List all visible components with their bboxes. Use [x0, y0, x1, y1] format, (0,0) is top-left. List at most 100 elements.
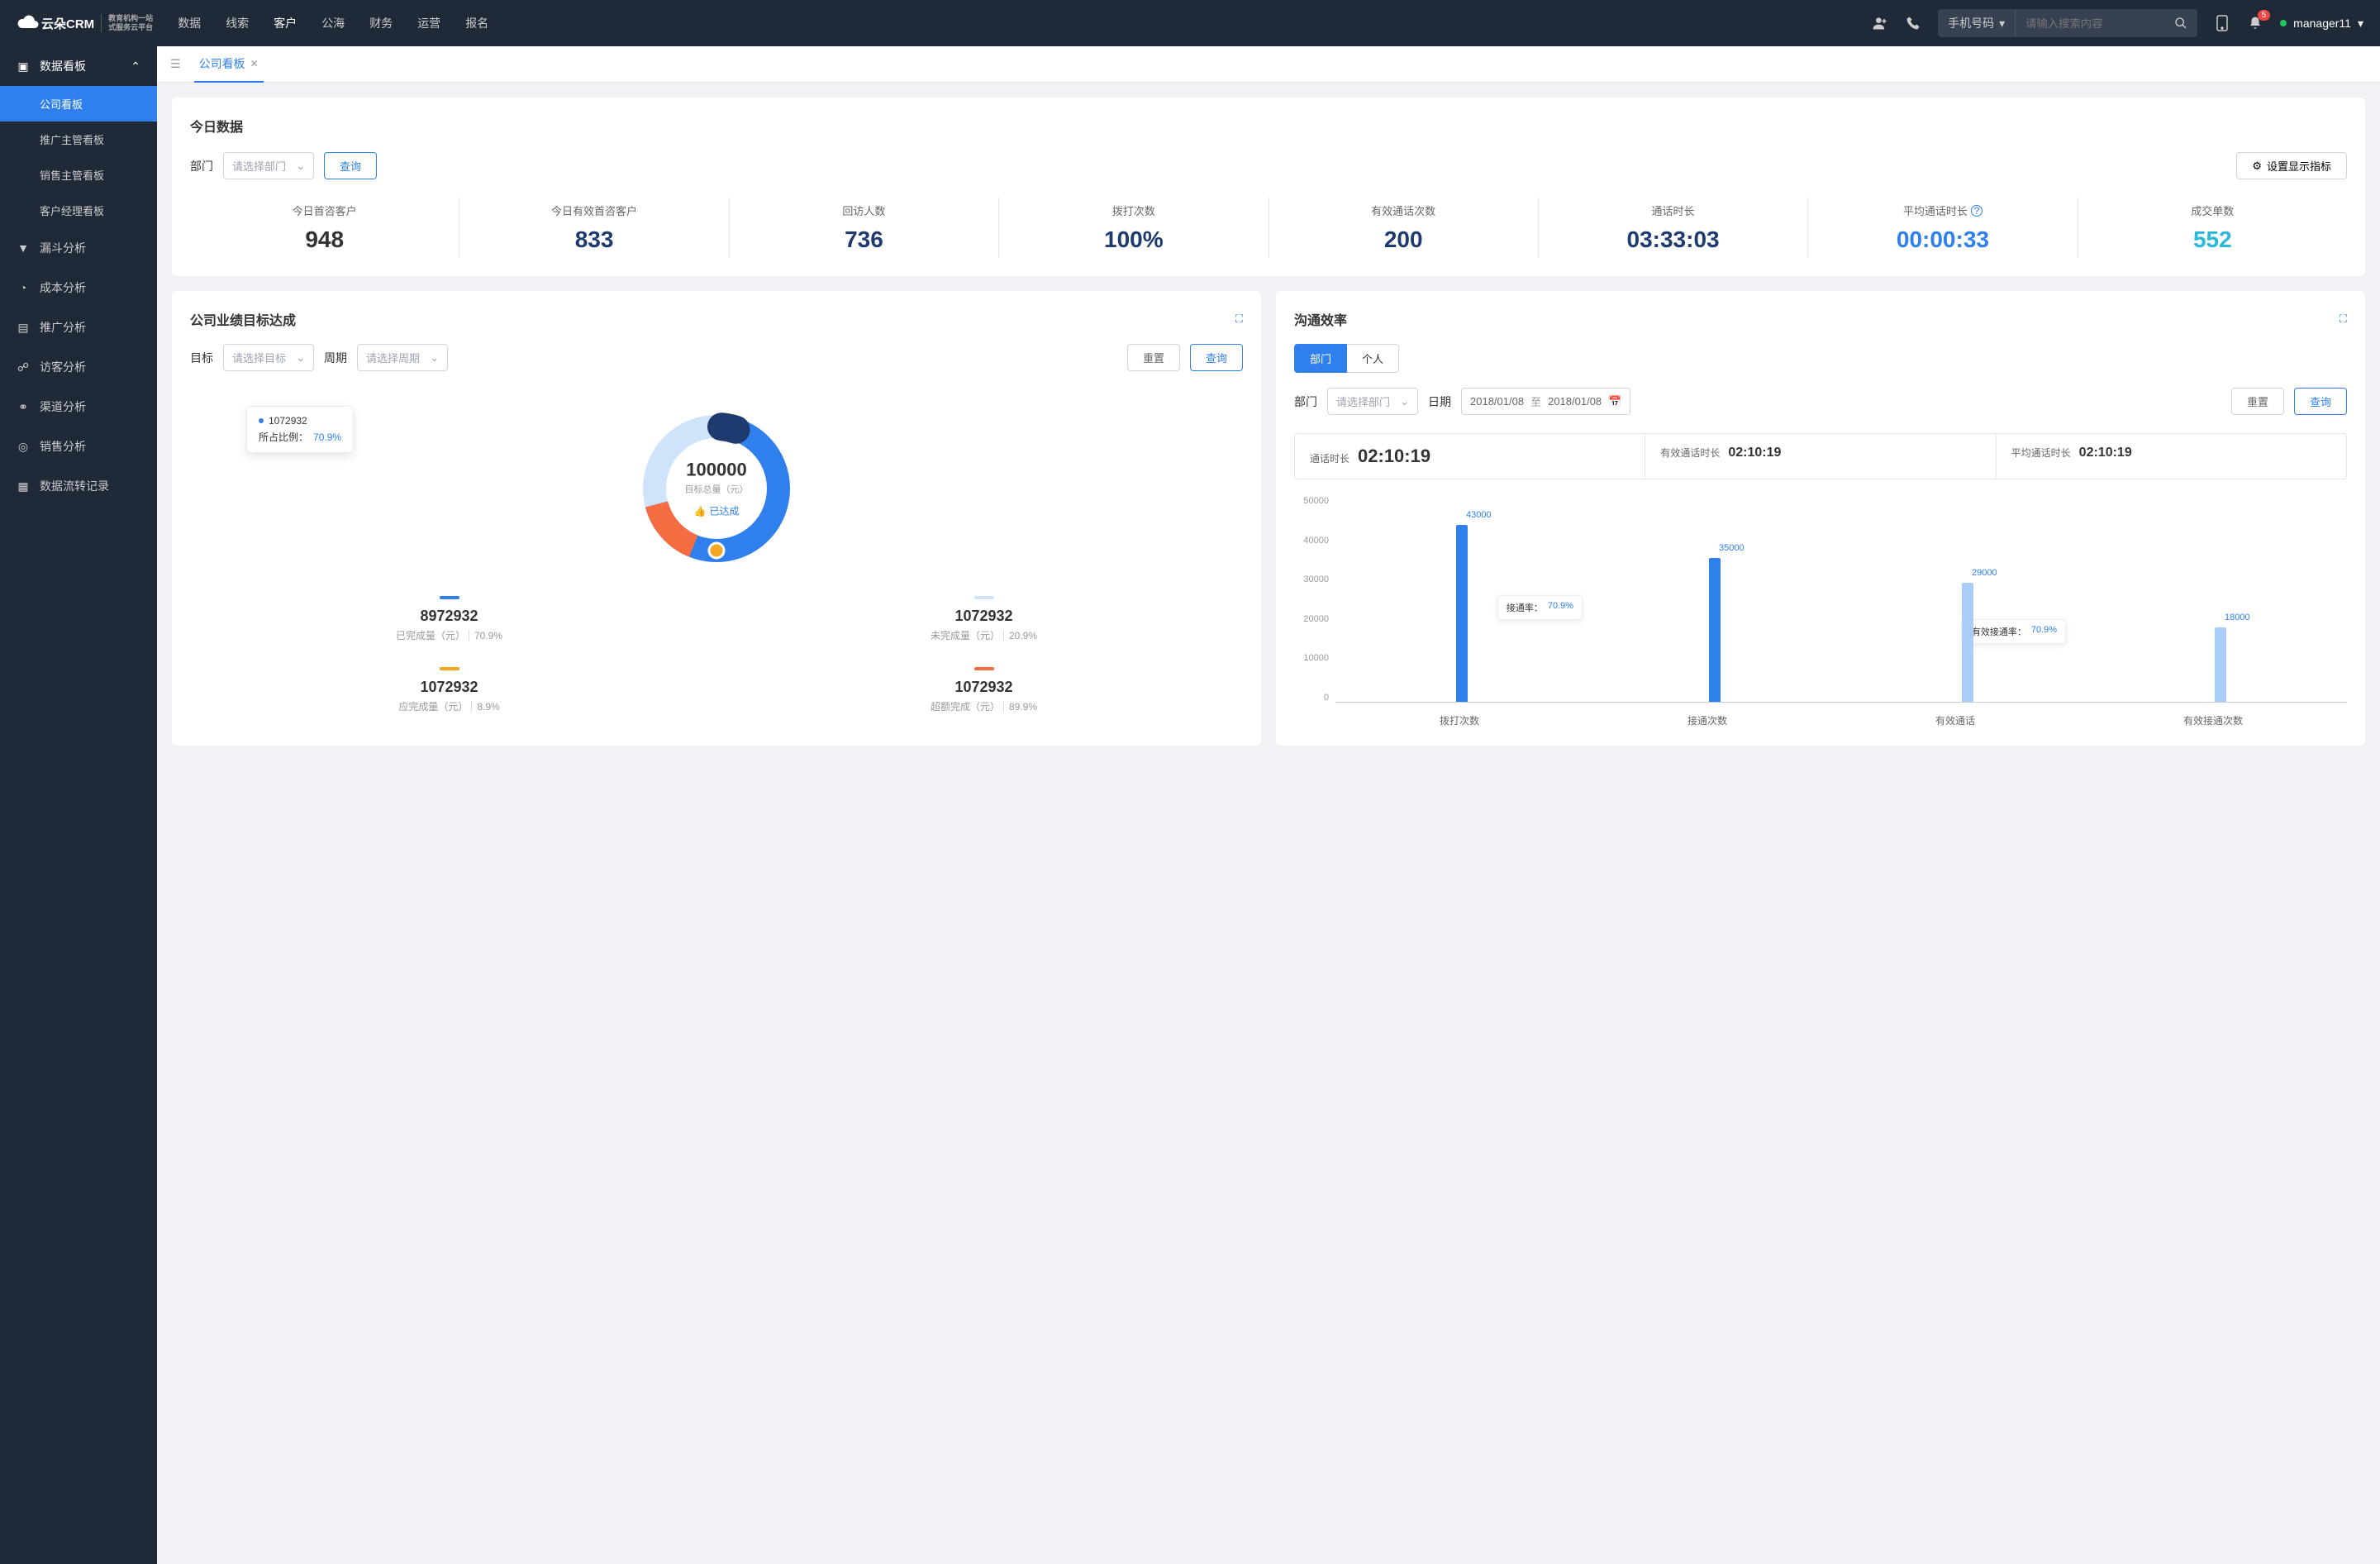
chevron-down-icon: ▾ — [2358, 17, 2363, 31]
date-range-input[interactable]: 2018/01/08 至 2018/01/08 📅 — [1461, 388, 1630, 415]
add-user-icon[interactable] — [1872, 15, 1888, 31]
sidebar-item-promotion[interactable]: ▤推广分析 — [0, 308, 157, 347]
logo[interactable]: 云朵CRM 教育机构一站式服务云平台 — [17, 14, 153, 32]
sidebar-item-promo-mgr[interactable]: 推广主管看板 — [0, 122, 157, 157]
bar: 18000 — [2215, 627, 2226, 702]
sidebar-item-flow[interactable]: ▦数据流转记录 — [0, 466, 157, 506]
main-nav: 数据 线索 客户 公海 财务 运营 报名 — [178, 10, 1872, 36]
main-content: ☰ 公司看板 ✕ 今日数据 部门 请选择部门⌄ 查询 ⚙设置显示指标 今日首咨客… — [157, 46, 2380, 1564]
target-select[interactable]: 请选择目标⌄ — [223, 344, 314, 371]
comm-segment: 部门 个人 — [1294, 344, 2347, 373]
goal-legend: 8972932已完成量（元）70.9%1072932未完成量（元）20.9%10… — [190, 596, 1243, 713]
top-header: 云朵CRM 教育机构一站式服务云平台 数据 线索 客户 公海 财务 运营 报名 … — [0, 0, 2380, 46]
seg-personal[interactable]: 个人 — [1347, 344, 1399, 373]
comm-card: 沟通效率 ⛶ 部门 个人 部门 请选择部门⌄ 日期 2018/01/08 至 — [1276, 291, 2365, 746]
sidebar-item-sales-mgr[interactable]: 销售主管看板 — [0, 157, 157, 193]
target-label: 目标 — [190, 350, 213, 366]
legend-item: 1072932未完成量（元）20.9% — [725, 596, 1243, 642]
status-dot-icon — [2280, 20, 2287, 26]
comm-dept-select[interactable]: 请选择部门⌄ — [1327, 388, 1418, 415]
annot-valid-rate: 有效接通率：70.9% — [1963, 619, 2066, 644]
list-icon: ▦ — [17, 479, 30, 494]
visitor-icon: ☍ — [17, 360, 30, 374]
stat-item: 平均通话时长?00:00:33 — [1808, 198, 2078, 258]
search-input[interactable] — [2016, 9, 2164, 37]
sidebar: ▣ 数据看板 ⌃ 公司看板 推广主管看板 销售主管看板 客户经理看板 ▼漏斗分析… — [0, 46, 157, 1564]
stat-item: 通话时长03:33:03 — [1539, 198, 1808, 258]
nav-finance[interactable]: 财务 — [369, 10, 393, 36]
reset-button[interactable]: 重置 — [2231, 388, 2284, 415]
nav-leads[interactable]: 线索 — [226, 10, 249, 36]
gear-icon: ⚙ — [2252, 160, 2262, 173]
today-stats: 今日首咨客户948今日有效首咨客户833回访人数736拨打次数100%有效通话次… — [190, 198, 2347, 258]
nav-pool[interactable]: 公海 — [321, 10, 345, 36]
search-type-select[interactable]: 手机号码▾ — [1938, 9, 2016, 37]
nav-data[interactable]: 数据 — [178, 10, 201, 36]
query-button[interactable]: 查询 — [1190, 344, 1243, 371]
bar: 29000 — [1962, 583, 1973, 702]
sidebar-item-funnel[interactable]: ▼漏斗分析 — [0, 228, 157, 268]
query-button[interactable]: 查询 — [324, 152, 377, 179]
search-icon[interactable] — [2164, 17, 2197, 30]
today-title: 今日数据 — [190, 116, 2347, 136]
bar: 35000 — [1709, 558, 1721, 702]
sidebar-item-account-mgr[interactable]: 客户经理看板 — [0, 193, 157, 228]
bar-chart: 50000400003000020000100000 接通率：70.9% 有效接… — [1294, 496, 2347, 727]
today-card: 今日数据 部门 请选择部门⌄ 查询 ⚙设置显示指标 今日首咨客户948今日有效首… — [172, 98, 2365, 276]
donut-tooltip: 1072932 所占比例：70.9% — [246, 406, 354, 453]
period-label: 周期 — [324, 350, 347, 366]
expand-icon[interactable]: ⛶ — [1235, 312, 1243, 326]
sidebar-item-visitor[interactable]: ☍访客分析 — [0, 347, 157, 387]
help-icon[interactable]: ? — [1971, 205, 1983, 217]
header-actions: 手机号码▾ 5 manager11 ▾ — [1872, 9, 2363, 37]
time-stat: 平均通话时长02:10:19 — [1997, 434, 2346, 479]
stat-item: 今日首咨客户948 — [190, 198, 459, 258]
target-icon: ◎ — [17, 440, 30, 454]
sidebar-item-sales[interactable]: ◎销售分析 — [0, 427, 157, 466]
sidebar-item-cost[interactable]: ◔成本分析 — [0, 268, 157, 308]
username: manager11 — [2293, 17, 2351, 30]
tab-menu-icon[interactable]: ☰ — [170, 57, 181, 71]
sidebar-item-company[interactable]: 公司看板 — [0, 86, 157, 122]
dept-select[interactable]: 请选择部门⌄ — [223, 152, 314, 179]
settings-button[interactable]: ⚙设置显示指标 — [2236, 152, 2347, 179]
close-icon[interactable]: ✕ — [250, 58, 259, 69]
tab-bar: ☰ 公司看板 ✕ — [157, 46, 2380, 83]
stat-item: 今日有效首咨客户833 — [459, 198, 729, 258]
logo-cloud-icon — [17, 14, 41, 32]
goal-card: 公司业绩目标达成 ⛶ 目标 请选择目标⌄ 周期 请选择周期⌄ 重置 查询 — [172, 291, 1261, 746]
goal-total: 100000 — [685, 460, 749, 481]
chevron-up-icon: ⌃ — [131, 60, 140, 74]
legend-item: 8972932已完成量（元）70.9% — [190, 596, 708, 642]
chevron-down-icon: ⌄ — [296, 351, 305, 365]
chevron-down-icon: ⌄ — [430, 351, 439, 365]
query-button[interactable]: 查询 — [2294, 388, 2347, 415]
chevron-down-icon: ⌄ — [1400, 395, 1409, 408]
expand-icon[interactable]: ⛶ — [2340, 312, 2347, 326]
dept-label: 部门 — [1294, 393, 1317, 410]
goal-total-label: 目标总量（元） — [685, 483, 749, 496]
time-stat: 通话时长02:10:19 — [1295, 434, 1645, 479]
bar: 43000 — [1456, 525, 1468, 702]
nav-signup[interactable]: 报名 — [465, 10, 488, 36]
reset-button[interactable]: 重置 — [1127, 344, 1180, 371]
nav-ops[interactable]: 运营 — [417, 10, 440, 36]
chart-icon: ▤ — [17, 321, 30, 335]
nav-customers[interactable]: 客户 — [274, 10, 297, 36]
user-menu[interactable]: manager11 ▾ — [2280, 17, 2363, 31]
sidebar-group-dashboard[interactable]: ▣ 数据看板 ⌃ — [0, 46, 157, 86]
chevron-down-icon: ▾ — [1999, 17, 2005, 31]
annot-connect-rate: 接通率：70.9% — [1497, 595, 1583, 620]
time-stat: 有效通话时长02:10:19 — [1645, 434, 1996, 479]
dept-label: 部门 — [190, 158, 213, 174]
seg-dept[interactable]: 部门 — [1294, 344, 1347, 373]
phone-icon[interactable] — [1905, 15, 1921, 31]
period-select[interactable]: 请选择周期⌄ — [357, 344, 448, 371]
sidebar-item-channel[interactable]: ⚭渠道分析 — [0, 387, 157, 427]
bell-icon[interactable]: 5 — [2247, 15, 2263, 31]
dashboard-icon: ▣ — [17, 60, 30, 74]
mobile-icon[interactable] — [2214, 15, 2230, 31]
tab-company-board[interactable]: 公司看板 ✕ — [194, 46, 264, 83]
clock-icon: ◔ — [17, 281, 30, 294]
calendar-icon: 📅 — [1608, 395, 1621, 408]
